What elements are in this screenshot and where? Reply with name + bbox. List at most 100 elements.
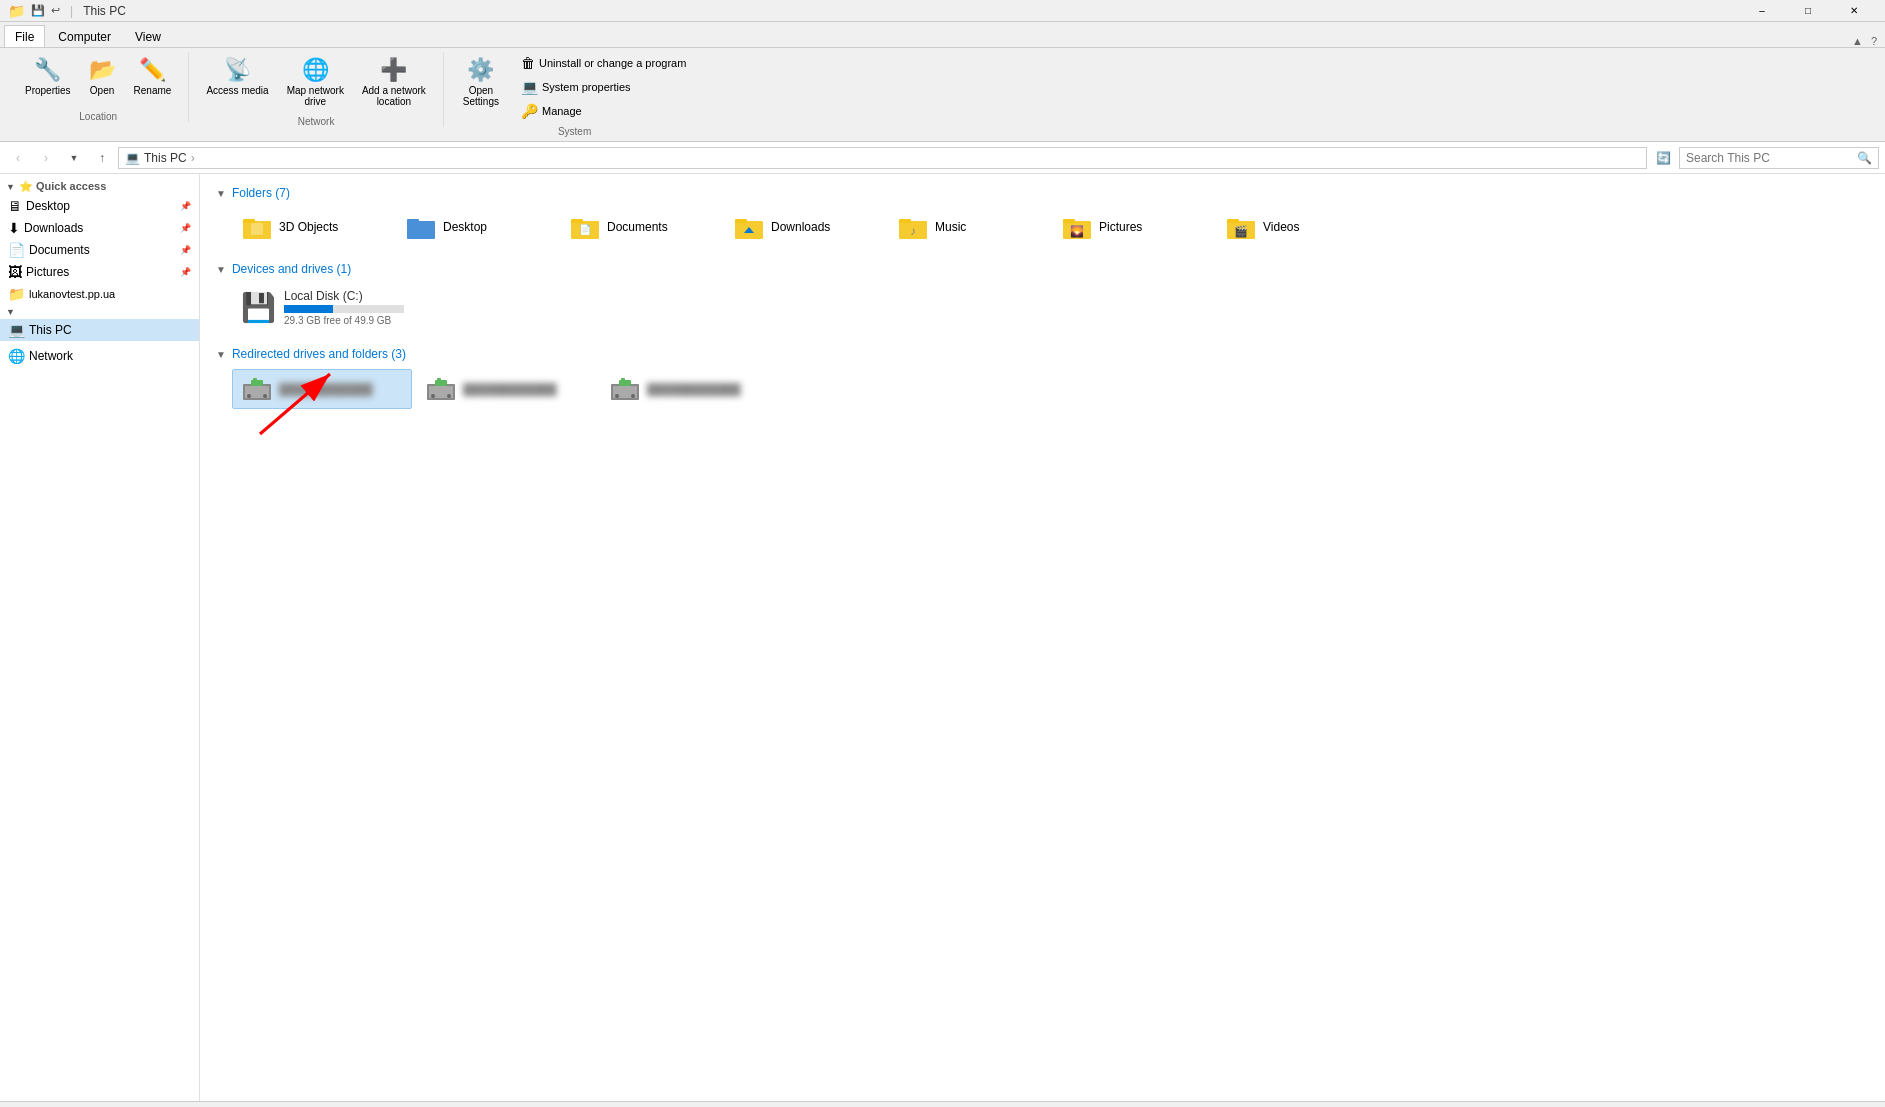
path-segment-thispc[interactable]: This PC [144, 151, 187, 165]
sidebar-item-network-share[interactable]: 📁 lukanovtest.pp.ua [0, 283, 199, 305]
sidebar-pictures-label: Pictures [26, 265, 69, 279]
devices-grid: 💾 Local Disk (C:) 29.3 GB free of 49.9 G… [216, 284, 1869, 331]
pictures-pin: 📌 [180, 267, 191, 277]
quickaccess-label: ⭐ Quick access [19, 180, 106, 193]
sidebar-item-desktop[interactable]: 🖥 Desktop 📌 [0, 195, 199, 217]
quick-access-icon: 📁 [8, 3, 25, 19]
large-icons-view-button[interactable] [1833, 1104, 1853, 1108]
map-network-icon: 🌐 [302, 57, 329, 83]
redirected-grid: ████████████ ████████████ [216, 369, 1869, 409]
downloads-icon: ⬇ [8, 220, 20, 236]
redirected-label-2: ████████████ [463, 383, 557, 395]
folder-item-videos[interactable]: 🎬 Videos [1216, 208, 1376, 246]
tab-view[interactable]: View [124, 25, 172, 47]
map-network-drive-button[interactable]: 🌐 Map networkdrive [280, 52, 351, 112]
redirected-label-3: ████████████ [647, 383, 741, 395]
folder-item-downloads[interactable]: Downloads [724, 208, 884, 246]
search-box: 🔍 [1679, 147, 1879, 169]
folder-item-documents[interactable]: 📄 Documents [560, 208, 720, 246]
sidebar-item-thispc[interactable]: 💻 This PC [0, 319, 199, 341]
svg-point-34 [615, 394, 619, 398]
close-button[interactable]: ✕ [1831, 0, 1877, 22]
3dobjects-label: 3D Objects [279, 220, 338, 234]
redirected-section-title: Redirected drives and folders (3) [232, 347, 406, 361]
svg-point-23 [263, 394, 267, 398]
recent-button[interactable]: ▼ [62, 146, 86, 170]
folder-item-3dobjects[interactable]: 3D Objects [232, 208, 392, 246]
path-arrow: › [191, 151, 195, 165]
back-button[interactable]: ‹ [6, 146, 30, 170]
help-button[interactable]: ? [1871, 35, 1885, 47]
disk-bar [284, 305, 333, 313]
redirected-label-1: ████████████ [279, 383, 373, 395]
redirected-item-3[interactable]: ████████████ [600, 369, 780, 409]
uninstall-button[interactable]: 🗑 Uninstall or change a program [514, 52, 693, 74]
thispc-icon: 💻 [8, 322, 25, 338]
ribbon-group-location: 🔧 Properties 📂 Open ✏️ Rename Location [8, 52, 189, 122]
sidebar-item-documents[interactable]: 📄 Documents 📌 [0, 239, 199, 261]
title-bar-controls: – □ ✕ [1739, 0, 1877, 22]
content-area: ▼ Folders (7) 3D Objects [200, 174, 1885, 1101]
ribbon-content: 🔧 Properties 📂 Open ✏️ Rename Location 📡 [0, 48, 1885, 141]
disk-space: 29.3 GB free of 49.9 GB [284, 315, 423, 326]
redirected-item-1[interactable]: ████████████ [232, 369, 412, 409]
manage-button[interactable]: 🔑 Manage [514, 100, 693, 122]
access-media-button[interactable]: 📡 Access media [199, 52, 275, 101]
title-bar: 📁 💾 ↩ | This PC – □ ✕ [0, 0, 1885, 22]
status-bar: 11 items [0, 1101, 1885, 1107]
open-button[interactable]: 📂 Open [82, 52, 123, 101]
folders-section-title: Folders (7) [232, 186, 290, 200]
folders-collapse-arrow[interactable]: ▼ [216, 188, 226, 199]
svg-rect-4 [407, 219, 419, 223]
sidebar-downloads-label: Downloads [24, 221, 83, 235]
undo-icon: ↩ [51, 4, 60, 17]
add-network-location-button[interactable]: ➕ Add a networklocation [355, 52, 433, 112]
sidebar-section-thispc[interactable]: ▼ [0, 305, 199, 319]
svg-rect-1 [243, 219, 255, 223]
local-disk-item[interactable]: 💾 Local Disk (C:) 29.3 GB free of 49.9 G… [232, 284, 432, 331]
desktop-icon: 🖥 [8, 198, 22, 214]
maximize-button[interactable]: □ [1785, 0, 1831, 22]
tab-computer[interactable]: Computer [47, 25, 122, 47]
folder-item-pictures[interactable]: 🌄 Pictures [1052, 208, 1212, 246]
rename-icon: ✏️ [139, 57, 166, 83]
svg-rect-6 [571, 219, 583, 223]
tab-file[interactable]: File [4, 25, 45, 47]
sidebar-item-downloads[interactable]: ⬇ Downloads 📌 [0, 217, 199, 239]
details-view-button[interactable] [1857, 1104, 1877, 1108]
redirected-item-2[interactable]: ████████████ [416, 369, 596, 409]
properties-button[interactable]: 🔧 Properties [18, 52, 78, 101]
forward-button[interactable]: › [34, 146, 58, 170]
documents-pin: 📌 [180, 245, 191, 255]
redirected-icon-1 [241, 374, 273, 404]
folder-item-music[interactable]: ♪ Music [888, 208, 1048, 246]
sidebar-item-network[interactable]: 🌐 Network [0, 345, 199, 367]
svg-rect-31 [437, 378, 441, 382]
system-properties-button[interactable]: 💻 System properties [514, 76, 693, 98]
folder-item-desktop[interactable]: Desktop [396, 208, 556, 246]
downloads-folder-label: Downloads [771, 220, 830, 234]
up-button[interactable]: ↑ [90, 146, 114, 170]
rename-button[interactable]: ✏️ Rename [127, 52, 179, 101]
refresh-button[interactable]: 🔄 [1651, 146, 1675, 170]
svg-rect-18 [1227, 219, 1239, 223]
ribbon-collapse[interactable]: ▲ [1852, 35, 1871, 47]
minimize-button[interactable]: – [1739, 0, 1785, 22]
redirected-collapse-arrow[interactable]: ▼ [216, 349, 226, 360]
network-share-icon: 📁 [8, 286, 25, 302]
address-path[interactable]: 💻 This PC › [118, 147, 1647, 169]
documents-icon: 📄 [8, 242, 25, 258]
ribbon: File Computer View ▲ ? 🔧 Properties 📂 Op… [0, 22, 1885, 142]
system-buttons-container: ⚙️ OpenSettings 🗑 Uninstall or change a … [456, 52, 694, 122]
desktop-folder-label: Desktop [443, 220, 487, 234]
svg-point-28 [431, 394, 435, 398]
svg-point-29 [447, 394, 451, 398]
redirected-section-header: ▼ Redirected drives and folders (3) [216, 347, 1869, 361]
sidebar-section-quickaccess[interactable]: ▼ ⭐ Quick access [0, 178, 199, 195]
devices-collapse-arrow[interactable]: ▼ [216, 264, 226, 275]
sidebar-item-pictures[interactable]: 🖼 Pictures 📌 [0, 261, 199, 283]
open-settings-button[interactable]: ⚙️ OpenSettings [456, 52, 506, 122]
folders-section-header: ▼ Folders (7) [216, 186, 1869, 200]
search-input[interactable] [1686, 151, 1853, 165]
sidebar-thispc-label: This PC [29, 323, 72, 337]
